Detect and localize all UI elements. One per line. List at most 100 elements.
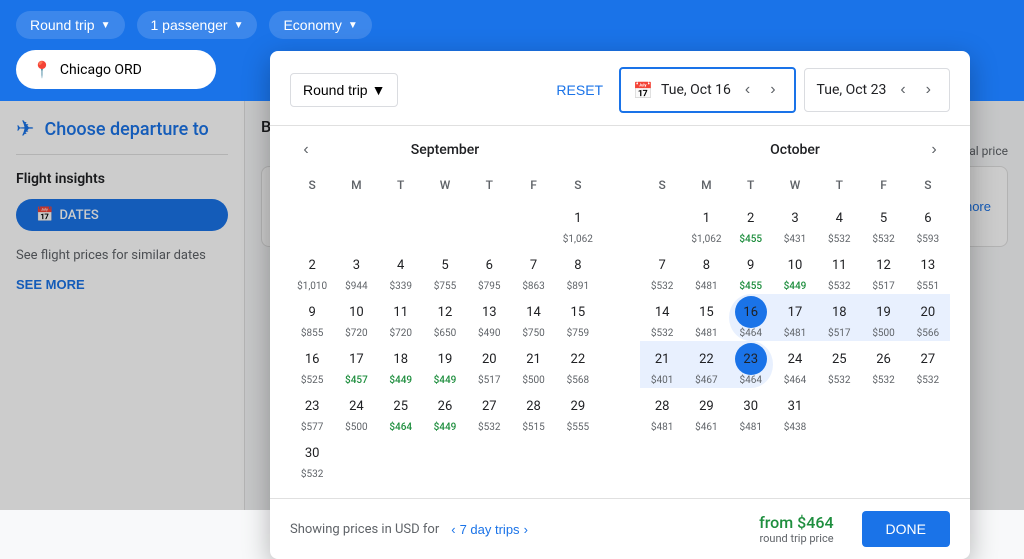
day-cell[interactable]: 27$532	[906, 341, 950, 388]
day-cell[interactable]: 12$650	[423, 294, 467, 341]
start-date-prev-arrow[interactable]: ‹	[739, 77, 756, 103]
origin-input[interactable]: 📍 Chicago ORD	[16, 50, 216, 89]
day-cell[interactable]: 18$449	[379, 341, 423, 388]
day-cell[interactable]: 11$532	[817, 247, 861, 294]
reset-button[interactable]: RESET	[556, 82, 603, 98]
day-cell[interactable]: 4$339	[379, 247, 423, 294]
start-date-next-arrow[interactable]: ›	[764, 77, 781, 103]
day-cell[interactable]: 15$759	[556, 294, 600, 341]
day-cell[interactable]: 15$481	[684, 294, 728, 341]
day-number: 16	[296, 343, 328, 375]
day-cell[interactable]: 6$795	[467, 247, 511, 294]
done-button[interactable]: DONE	[862, 511, 950, 547]
day-header: T	[729, 174, 773, 200]
day-cell[interactable]: 3$431	[773, 200, 817, 247]
day-cell[interactable]: 29$461	[684, 388, 728, 435]
day-cell[interactable]: 22$467	[684, 341, 728, 388]
trip-type-button[interactable]: Round trip ▼	[16, 11, 125, 39]
day-cell[interactable]: 23$577	[290, 388, 334, 435]
day-cell[interactable]: 16$525	[290, 341, 334, 388]
day-cell[interactable]: 3$944	[334, 247, 378, 294]
day-cell[interactable]: 29$555	[556, 388, 600, 435]
day-cell[interactable]: 10$449	[773, 247, 817, 294]
end-date-next-arrow[interactable]: ›	[920, 77, 937, 103]
empty-cell	[511, 200, 555, 247]
day-cell[interactable]: 7$532	[640, 247, 684, 294]
day-number: 5	[868, 202, 900, 234]
top-bar: Round trip ▼ 1 passenger ▼ Economy ▼	[0, 0, 1024, 50]
day-cell[interactable]: 28$481	[640, 388, 684, 435]
day-cell[interactable]: 25$532	[817, 341, 861, 388]
month-next-button[interactable]: ›	[918, 134, 950, 166]
day-cell[interactable]: 20$517	[467, 341, 511, 388]
day-cell[interactable]: 5$532	[861, 200, 905, 247]
day-cell[interactable]: 24$464	[773, 341, 817, 388]
day-number: 24	[340, 390, 372, 422]
day-price: $481	[684, 281, 728, 292]
month-title-0: September	[411, 142, 480, 158]
day-cell[interactable]: 8$481	[684, 247, 728, 294]
calendar-october: October›SMTWTFS1$1,0622$4553$4314$5325$5…	[640, 142, 950, 482]
day-cell[interactable]: 6$593	[906, 200, 950, 247]
day-cell[interactable]: 21$401	[640, 341, 684, 388]
day-cell[interactable]: 18$517	[817, 294, 861, 341]
passengers-button[interactable]: 1 passenger ▼	[137, 11, 258, 39]
day-cell[interactable]: 17$457	[334, 341, 378, 388]
day-price: $449	[423, 375, 467, 386]
day-cell[interactable]: 30$481	[729, 388, 773, 435]
day-number: 12	[868, 249, 900, 281]
day-number: 27	[912, 343, 944, 375]
day-cell[interactable]: 19$449	[423, 341, 467, 388]
day-number: 11	[385, 296, 417, 328]
day-header: S	[290, 174, 334, 200]
day-cell[interactable]: 22$568	[556, 341, 600, 388]
month-nav-0: ‹September	[290, 142, 600, 158]
day-cell[interactable]: 2$455	[729, 200, 773, 247]
day-cell[interactable]: 9$455	[729, 247, 773, 294]
day-number: 26	[868, 343, 900, 375]
day-number: 24	[779, 343, 811, 375]
modal-trip-type-select[interactable]: Round trip ▼	[290, 73, 398, 107]
day-cell[interactable]: 11$720	[379, 294, 423, 341]
day-cell[interactable]: 26$449	[423, 388, 467, 435]
day-cell[interactable]: 13$490	[467, 294, 511, 341]
day-cell[interactable]: 8$891	[556, 247, 600, 294]
day-number: 8	[562, 249, 594, 281]
day-number: 4	[823, 202, 855, 234]
end-date-field[interactable]: Tue, Oct 23 ‹ ›	[804, 68, 950, 112]
class-button[interactable]: Economy ▼	[269, 11, 371, 39]
day-cell[interactable]: 7$863	[511, 247, 555, 294]
day-cell[interactable]: 9$855	[290, 294, 334, 341]
day-cell[interactable]: 14$750	[511, 294, 555, 341]
day-cell[interactable]: 14$532	[640, 294, 684, 341]
day-cell[interactable]: 12$517	[861, 247, 905, 294]
day-number: 14	[646, 296, 678, 328]
day-cell[interactable]: 4$532	[817, 200, 861, 247]
day-cell[interactable]: 19$500	[861, 294, 905, 341]
day-cell[interactable]: 26$532	[861, 341, 905, 388]
day-price: $855	[290, 328, 334, 339]
day-cell[interactable]: 21$500	[511, 341, 555, 388]
day-cell[interactable]: 1$1,062	[556, 200, 600, 247]
day-cell[interactable]: 27$532	[467, 388, 511, 435]
end-date-prev-arrow[interactable]: ‹	[894, 77, 911, 103]
day-cell[interactable]: 20$566	[906, 294, 950, 341]
day-cell[interactable]: 17$481	[773, 294, 817, 341]
month-prev-button[interactable]: ‹	[290, 134, 322, 166]
day-cell[interactable]: 10$720	[334, 294, 378, 341]
day-cell[interactable]: 16$464	[729, 294, 773, 341]
day-cell[interactable]: 23$464	[729, 341, 773, 388]
empty-cell	[423, 200, 467, 247]
day-cell[interactable]: 24$500	[334, 388, 378, 435]
day-cell[interactable]: 31$438	[773, 388, 817, 435]
day-cell[interactable]: 28$515	[511, 388, 555, 435]
start-date-field[interactable]: 📅 Tue, Oct 16 ‹ ›	[619, 67, 795, 113]
day-cell[interactable]: 25$464	[379, 388, 423, 435]
day-cell[interactable]: 13$551	[906, 247, 950, 294]
day-cell[interactable]: 2$1,010	[290, 247, 334, 294]
day-trips-select[interactable]: ‹ 7 day trips ›	[451, 522, 528, 537]
day-cell[interactable]: 1$1,062	[684, 200, 728, 247]
day-price: $500	[511, 375, 555, 386]
day-cell[interactable]: 30$532	[290, 435, 334, 482]
day-cell[interactable]: 5$755	[423, 247, 467, 294]
